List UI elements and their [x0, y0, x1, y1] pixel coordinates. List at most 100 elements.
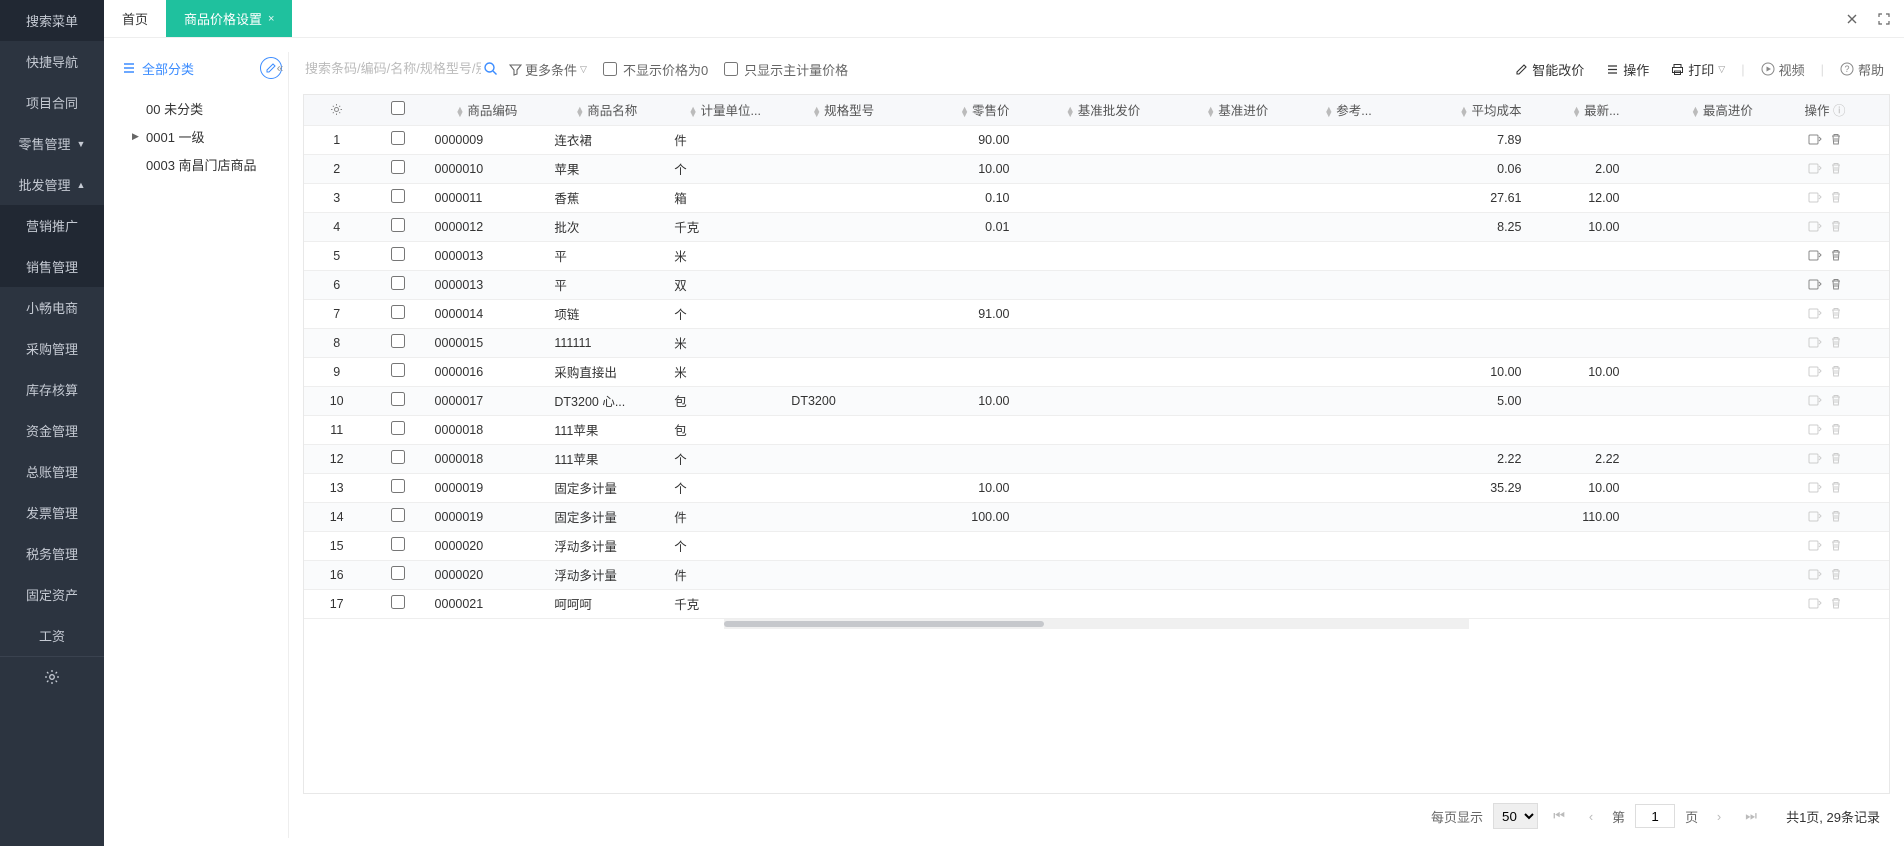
row-checkbox[interactable] — [391, 479, 405, 493]
row-checkbox[interactable] — [391, 334, 405, 348]
select-all-checkbox[interactable] — [391, 101, 405, 115]
row-checkbox[interactable] — [391, 247, 405, 261]
help-link[interactable]: ? 帮助 — [1834, 56, 1890, 83]
row-delete-icon[interactable] — [1830, 133, 1842, 146]
only-main-unit-checkbox[interactable]: 只显示主计量价格 — [724, 60, 848, 79]
sidebar-item-1[interactable]: 快捷导航 — [0, 41, 104, 82]
tab-1[interactable]: 商品价格设置× — [166, 0, 292, 37]
row-checkbox[interactable] — [391, 450, 405, 464]
cell-ref — [1276, 386, 1379, 415]
row-edit-icon — [1808, 307, 1822, 320]
row-checkbox[interactable] — [391, 392, 405, 406]
last-page-button[interactable]: ⏭ — [1740, 805, 1762, 827]
sidebar-item-12[interactable]: 发票管理 — [0, 492, 104, 533]
sidebar-item-6[interactable]: 销售管理 — [0, 246, 104, 287]
list-icon — [122, 61, 136, 75]
operate-button[interactable]: 操作 — [1600, 56, 1655, 83]
cell-spec — [783, 241, 903, 270]
table-row: 120000018111苹果个2.222.22 — [304, 444, 1889, 473]
hide-zero-checkbox[interactable]: 不显示价格为0 — [603, 60, 708, 79]
prev-page-button[interactable]: ‹ — [1580, 805, 1602, 827]
col-name[interactable]: ▲▼商品名称 — [546, 95, 666, 125]
cell-ref — [1276, 299, 1379, 328]
row-checkbox[interactable] — [391, 421, 405, 435]
collapse-panel-icon[interactable]: « — [271, 58, 289, 78]
sidebar-item-11[interactable]: 总账管理 — [0, 451, 104, 492]
row-checkbox[interactable] — [391, 537, 405, 551]
sidebar-item-13[interactable]: 税务管理 — [0, 533, 104, 574]
row-checkbox[interactable] — [391, 276, 405, 290]
sidebar-item-7[interactable]: 小畅电商 — [0, 287, 104, 328]
sidebar-item-2[interactable]: 项目合同 — [0, 82, 104, 123]
sidebar-item-8[interactable]: 采购管理 — [0, 328, 104, 369]
close-tab-icon[interactable]: × — [268, 13, 274, 25]
row-checkbox[interactable] — [391, 131, 405, 145]
row-delete-icon — [1830, 307, 1842, 320]
print-button[interactable]: 打印 ▽ — [1665, 56, 1731, 83]
row-delete-icon — [1830, 336, 1842, 349]
row-checkbox[interactable] — [391, 189, 405, 203]
tree-item-0[interactable]: 00 未分类 — [132, 94, 282, 122]
row-checkbox[interactable] — [391, 595, 405, 609]
row-edit-icon[interactable] — [1808, 133, 1822, 146]
sidebar-item-14[interactable]: 固定资产 — [0, 574, 104, 615]
tree-item-1[interactable]: ▶0001 一级 — [132, 122, 282, 150]
col-latest[interactable]: ▲▼最新... — [1529, 95, 1627, 125]
col-wholesale[interactable]: ▲▼基准批发价 — [1018, 95, 1149, 125]
column-settings-icon[interactable] — [312, 103, 361, 116]
close-all-tabs-icon[interactable] — [1838, 5, 1866, 33]
row-edit-icon[interactable] — [1808, 278, 1822, 291]
row-checkbox[interactable] — [391, 160, 405, 174]
page-input[interactable] — [1635, 804, 1675, 828]
next-page-button[interactable]: › — [1708, 805, 1730, 827]
help-icon[interactable]: ⓘ — [1833, 104, 1846, 118]
row-delete-icon[interactable] — [1830, 249, 1842, 262]
smart-price-button[interactable]: 智能改价 — [1509, 56, 1590, 83]
search-input[interactable] — [303, 57, 483, 80]
col-inprice[interactable]: ▲▼基准进价 — [1148, 95, 1276, 125]
col-ref[interactable]: ▲▼参考... — [1276, 95, 1379, 125]
row-checkbox[interactable] — [391, 566, 405, 580]
col-maxin[interactable]: ▲▼最高进价 — [1628, 95, 1761, 125]
tree-toggle-icon[interactable]: ▶ — [132, 131, 142, 142]
row-checkbox[interactable] — [391, 305, 405, 319]
page-size-select[interactable]: 50 — [1493, 803, 1538, 829]
row-checkbox[interactable] — [391, 508, 405, 522]
sidebar-item-3[interactable]: 零售管理▼ — [0, 123, 104, 164]
cell-maxin — [1628, 270, 1761, 299]
row-delete-icon[interactable] — [1830, 278, 1842, 291]
col-unit[interactable]: ▲▼计量单位... — [666, 95, 783, 125]
sidebar-item-10[interactable]: 资金管理 — [0, 410, 104, 451]
video-link[interactable]: 视频 — [1755, 56, 1811, 83]
tab-0[interactable]: 首页 — [104, 0, 166, 37]
row-edit-icon — [1808, 539, 1822, 552]
more-conditions-button[interactable]: 更多条件 ▽ — [509, 60, 587, 79]
col-avg[interactable]: ▲▼平均成本 — [1380, 95, 1530, 125]
sidebar-item-5[interactable]: 营销推广 — [0, 205, 104, 246]
sidebar-item-15[interactable]: 工资 — [0, 615, 104, 656]
search-icon[interactable] — [483, 61, 498, 76]
row-checkbox[interactable] — [391, 218, 405, 232]
sidebar-item-0[interactable]: 搜索菜单 — [0, 0, 104, 41]
col-spec[interactable]: ▲▼规格型号 — [783, 95, 903, 125]
col-code[interactable]: ▲▼商品编码 — [427, 95, 547, 125]
cell-retail: 91.00 — [903, 299, 1017, 328]
cell-unit: 米 — [666, 328, 783, 357]
cell-retail — [903, 415, 1017, 444]
first-page-button[interactable]: ⏮ — [1548, 805, 1570, 827]
horizontal-scrollbar[interactable] — [724, 619, 1469, 629]
sidebar-item-4[interactable]: 批发管理▲ — [0, 164, 104, 205]
settings-gear-icon[interactable] — [0, 656, 104, 696]
row-edit-icon[interactable] — [1808, 249, 1822, 262]
cell-wholesale — [1018, 299, 1149, 328]
tree-item-2[interactable]: 0003 南昌门店商品 — [132, 150, 282, 178]
fullscreen-icon[interactable] — [1870, 5, 1898, 33]
sidebar-item-9[interactable]: 库存核算 — [0, 369, 104, 410]
cell-name: 浮动多计量 — [546, 531, 666, 560]
col-retail[interactable]: ▲▼零售价 — [903, 95, 1017, 125]
category-all-label[interactable]: 全部分类 — [142, 59, 194, 78]
cell-unit: 千克 — [666, 589, 783, 618]
caret-icon: ▼ — [77, 139, 86, 149]
row-checkbox[interactable] — [391, 363, 405, 377]
cell-unit: 包 — [666, 415, 783, 444]
